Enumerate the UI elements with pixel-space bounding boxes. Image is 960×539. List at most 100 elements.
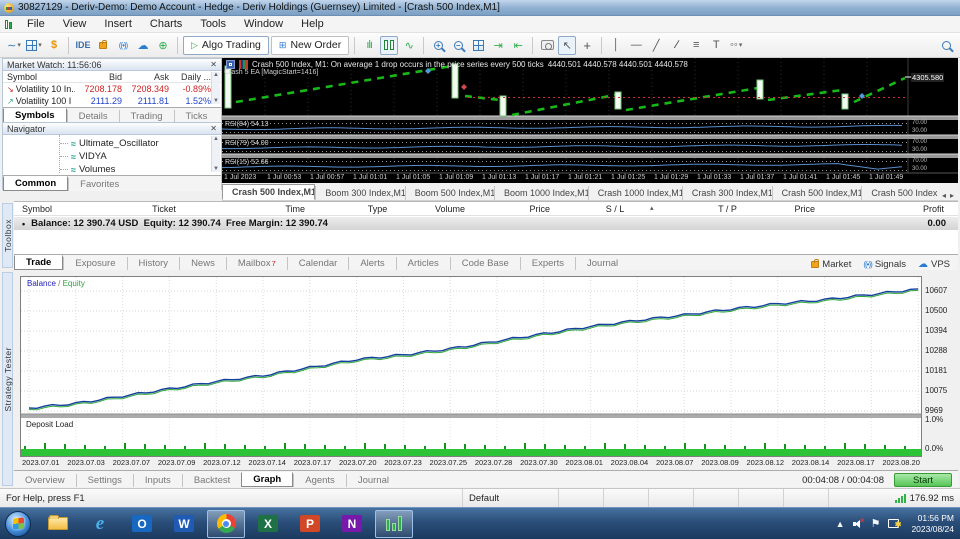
column-header-bid[interactable]: Bid (75, 72, 122, 82)
column-header-price-5[interactable]: Price (470, 204, 550, 214)
auto-scroll-button[interactable]: ⇥ (489, 36, 507, 55)
vertical-line-tool[interactable]: │ (607, 36, 625, 55)
tester-tab-overview[interactable]: Overview (14, 474, 76, 487)
crosshair-tool-button[interactable]: + (578, 36, 596, 55)
chart-tab-0[interactable]: Crash 500 Index,M1 (222, 184, 316, 200)
navigator-scrollbar[interactable]: ▲ ▼ (211, 136, 220, 172)
menu-item-charts[interactable]: Charts (141, 17, 191, 31)
navigator-item-ultimate-oscillator[interactable]: ≈ Ultimate_Oscillator (3, 137, 221, 150)
network-icon[interactable]: ✱ (888, 519, 901, 529)
close-icon[interactable]: ✕ (210, 124, 217, 133)
profile-selector[interactable]: Default (462, 489, 558, 507)
menu-item-help[interactable]: Help (292, 17, 333, 31)
column-header-profit-9[interactable]: Profit (860, 204, 944, 214)
line-chart-mode-button[interactable]: ∿ (400, 36, 418, 55)
market-watch-column-headers[interactable]: Symbol Bid Ask Daily ... (3, 71, 221, 83)
price-chart[interactable]: Crash 500 Index, M1: On average 1 drop o… (221, 58, 958, 183)
navigator-item-vidya[interactable]: ≈ VIDYA (3, 150, 221, 163)
taskbar-word[interactable]: W (165, 510, 203, 538)
column-header-time-2[interactable]: Time (210, 204, 305, 214)
volume-muted-icon[interactable]: × (852, 516, 865, 529)
column-header-price-8[interactable]: Price (740, 204, 815, 214)
taskbar-chrome[interactable] (207, 509, 245, 538)
column-header-volume-4[interactable]: Volume (390, 204, 465, 214)
price-chart-canvas[interactable] (221, 58, 958, 183)
market-watch-scrollbar[interactable]: ▲ ▼ (211, 72, 220, 104)
toolbox-tab-articles[interactable]: Articles (395, 257, 450, 270)
market-watch-row[interactable]: ↘ Volatility 10 In... 7208.178 7208.349 -0.8… (3, 83, 221, 95)
tester-tab-backtest[interactable]: Backtest (181, 474, 241, 487)
close-icon[interactable]: ✕ (210, 60, 217, 69)
strategy-tester-side-tab[interactable]: Strategy Tester (2, 272, 13, 486)
toolbox-tab-alerts[interactable]: Alerts (348, 257, 395, 270)
menu-item-view[interactable]: View (54, 17, 96, 31)
tray-clock[interactable]: 01:56 PM 2023/08/24 (907, 513, 954, 534)
toolbox-side-tab[interactable]: Toolbox (2, 203, 13, 268)
menu-item-tools[interactable]: Tools (191, 17, 235, 31)
chart-tab-5[interactable]: Crash 300 Index,M1 (681, 186, 772, 200)
mt5-menu-icon[interactable] (5, 19, 12, 29)
market-watch-header[interactable]: Market Watch: 11:56:06 ✕ (3, 59, 221, 71)
chart-tab-2[interactable]: Boom 500 Index,M1 (404, 186, 494, 200)
market-watch-row[interactable]: ↗ Volatility 100 I 2111.29 2111.81 1.52% (3, 95, 221, 107)
chart-tab-4[interactable]: Crash 1000 Index,M1 (587, 186, 682, 200)
navigator-item-volumes[interactable]: ≈ Volumes (3, 163, 221, 176)
start-button[interactable] (5, 510, 31, 537)
deposit-button[interactable]: $ (45, 36, 63, 55)
tray-expand-icon[interactable]: ▲ (836, 519, 845, 529)
start-button[interactable]: Start (894, 473, 952, 487)
toolbox-tab-journal[interactable]: Journal (575, 257, 629, 270)
chart-tab-scroll-arrows[interactable]: ◂ ▸ (938, 191, 958, 200)
taskbar-internet-explorer[interactable]: e (81, 510, 119, 538)
bar-chart-mode-button[interactable]: ılı (360, 36, 378, 55)
equidistant-channel-tool[interactable]: ≡ (687, 36, 705, 55)
navigator-tab-common[interactable]: Common (3, 176, 69, 191)
screenshot-button[interactable] (538, 36, 556, 55)
chart-tab-3[interactable]: Boom 1000 Index,M1 (494, 186, 588, 200)
toolbox-tab-code-base[interactable]: Code Base (449, 257, 520, 270)
titlebar[interactable]: 30827129 - Deriv-Demo: Demo Account - He… (0, 0, 960, 16)
menu-item-window[interactable]: Window (235, 17, 292, 31)
metaeditor-ide-button[interactable]: IDE (74, 36, 92, 55)
tester-graph[interactable]: Balance / Equity Deposit Load (20, 276, 922, 457)
zoom-out-button[interactable]: − (449, 36, 467, 55)
action-center-flag-icon[interactable]: ⚑ (871, 517, 881, 530)
zoom-in-button[interactable]: + (429, 36, 447, 55)
column-header-s-l-6[interactable]: S / L (585, 204, 645, 214)
tab-scroll-left-icon[interactable]: ◂ (942, 191, 946, 200)
signals-icon[interactable]: ((•)) (114, 36, 132, 55)
toolbox-tab-exposure[interactable]: Exposure (63, 257, 126, 270)
taskbar-excel[interactable]: X (249, 510, 287, 538)
toolbox-tab-news[interactable]: News (179, 257, 226, 270)
balance-row[interactable]: Balance: 12 390.74 USD Equity: 12 390.74… (14, 217, 958, 230)
chart-tab-6[interactable]: Crash 500 Index,M1 (771, 186, 861, 200)
menu-item-insert[interactable]: Insert (95, 17, 141, 31)
cursor-tool-button[interactable]: ↖ (558, 35, 577, 55)
tester-tab-inputs[interactable]: Inputs (132, 474, 182, 487)
tab-scroll-right-icon[interactable]: ▸ (950, 191, 954, 200)
column-header-daily[interactable]: Daily ... (169, 72, 211, 82)
toolbox-tab-calendar[interactable]: Calendar (286, 257, 349, 270)
cloud-vps-icon[interactable]: ☁ (134, 36, 152, 55)
shapes-dropdown[interactable]: ◦◦ ▾ (727, 36, 745, 55)
tester-tab-agents[interactable]: Agents (293, 474, 346, 487)
algo-trading-button[interactable]: ▷ Algo Trading (183, 35, 269, 55)
chart-tab-7[interactable]: Crash 500 Index (861, 186, 938, 200)
link-market[interactable]: Market (811, 259, 851, 270)
navigator-header[interactable]: Navigator ✕ (3, 123, 221, 135)
toolbox-tab-history[interactable]: History (126, 257, 180, 270)
indicators-dropdown[interactable]: ▾ (25, 36, 43, 55)
market-watch-tab-symbols[interactable]: Symbols (3, 108, 67, 123)
column-header-ticket-1[interactable]: Ticket (109, 204, 219, 214)
toolbox-column-headers[interactable]: Symbol Ticket Time Type Volume Price S / LT / … (14, 203, 958, 216)
channel-tool[interactable]: ∕∕ (667, 36, 685, 55)
column-header-symbol[interactable]: Symbol (3, 72, 75, 82)
taskbar-mt5[interactable] (375, 509, 413, 538)
toolbox-tab-trade[interactable]: Trade (14, 255, 64, 270)
chart-type-dropdown[interactable]: ∼ ▾ (5, 36, 23, 55)
trendline-tool[interactable]: ╱ (647, 36, 665, 55)
chart-tab-1[interactable]: Boom 300 Index,M1 (315, 186, 405, 200)
column-header-symbol-0[interactable]: Symbol (22, 204, 102, 214)
candlestick-mode-button[interactable] (380, 35, 399, 55)
column-header-ask[interactable]: Ask (122, 72, 169, 82)
